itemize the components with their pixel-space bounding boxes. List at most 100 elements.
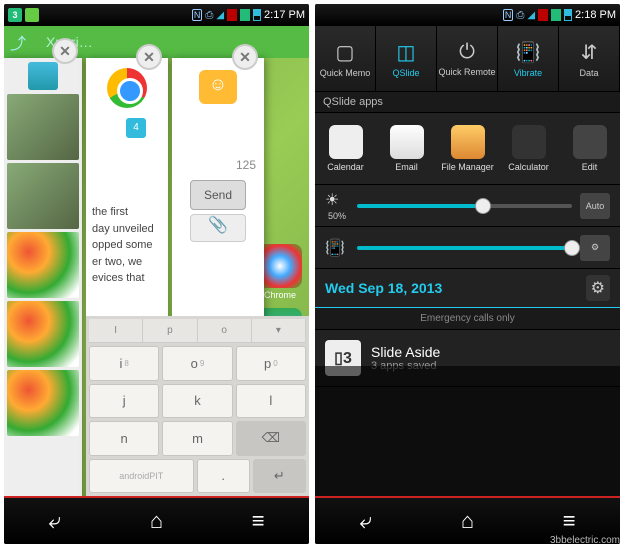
- sim1-icon: [227, 9, 237, 21]
- qslide-label: Calculator: [508, 162, 549, 172]
- home-chrome-icon[interactable]: [258, 244, 302, 288]
- brightness-icon: ☀: [325, 190, 349, 210]
- date-row: Wed Sep 18, 2013 ⚙: [315, 269, 620, 308]
- calculator-icon: [512, 125, 546, 159]
- qslide-email[interactable]: Email: [376, 113, 437, 184]
- folder-icon: [451, 125, 485, 159]
- key[interactable]: j: [89, 384, 159, 419]
- sim2-icon: [551, 9, 561, 21]
- qslide-filemanager[interactable]: File Manager: [437, 113, 498, 184]
- back-button[interactable]: ⤶: [346, 508, 386, 534]
- status-bar: 3 N ⎙ ◢ 2:17 PM: [4, 4, 309, 26]
- chrome-app-icon: [107, 68, 147, 108]
- menu-button[interactable]: ≡: [238, 508, 278, 534]
- share-icon[interactable]: ⤴: [10, 30, 26, 54]
- gallery-app-icon: [28, 62, 58, 90]
- space-key[interactable]: androidPIT: [89, 459, 194, 494]
- period-key[interactable]: .: [197, 459, 250, 494]
- toggle-data[interactable]: ⇵ Data: [559, 26, 620, 91]
- gallery-thumb[interactable]: [7, 232, 79, 298]
- gallery-thumb[interactable]: [7, 163, 79, 229]
- brightness-pct: 50%: [328, 211, 346, 221]
- toggle-quickremote[interactable]: ⏻ Quick Remote: [437, 26, 498, 91]
- suggestion[interactable]: I: [89, 319, 143, 342]
- brightness-auto-button[interactable]: Auto: [580, 193, 610, 219]
- cast-icon: ⎙: [205, 10, 213, 21]
- sound-settings-button[interactable]: ⚙: [580, 235, 610, 261]
- qslide-label: Edit: [582, 162, 598, 172]
- status-bar: N ⎙ ◢ 2:18 PM: [315, 4, 620, 26]
- key[interactable]: p0: [236, 346, 306, 381]
- watermark: 3bbelectric.com: [550, 535, 620, 546]
- key[interactable]: o9: [162, 346, 232, 381]
- nfc-icon: N: [503, 9, 514, 21]
- key[interactable]: l: [236, 384, 306, 419]
- quick-toggles-row: ▢ Quick Memo ◫ QSlide ⏻ Quick Remote 📳 V…: [315, 26, 620, 92]
- nfc-icon: N: [192, 9, 203, 21]
- sim1-icon: [538, 9, 548, 21]
- toggle-label: Quick Remote: [438, 67, 495, 77]
- gallery-thumb[interactable]: [7, 94, 79, 160]
- quickremote-icon: ⏻: [459, 41, 475, 64]
- key[interactable]: n: [89, 421, 159, 456]
- backspace-key[interactable]: ⌫: [236, 421, 306, 456]
- toggle-label: Quick Memo: [320, 68, 371, 78]
- qslide-edit[interactable]: Edit: [559, 113, 620, 184]
- sim2-icon: [240, 9, 250, 21]
- key[interactable]: i8: [89, 346, 159, 381]
- email-icon: [390, 125, 424, 159]
- cast-icon: ⎙: [516, 10, 524, 21]
- settings-button[interactable]: ⚙: [586, 275, 610, 301]
- toggle-qslide[interactable]: ◫ QSlide: [376, 26, 437, 91]
- enter-key[interactable]: ↵: [253, 459, 306, 494]
- qslide-label: File Manager: [441, 162, 494, 172]
- attach-button[interactable]: 📎: [190, 214, 246, 242]
- volume-icon: 📳: [325, 238, 349, 258]
- battery-icon: [253, 9, 261, 21]
- dim-background: [315, 366, 620, 496]
- gallery-thumb[interactable]: [7, 301, 79, 367]
- volume-row: 📳 ⚙: [315, 227, 620, 269]
- data-icon: ⇵: [581, 40, 598, 65]
- close-icon[interactable]: ✕: [136, 44, 162, 70]
- back-button[interactable]: ⤶: [35, 508, 75, 534]
- qslide-icon: ◫: [397, 40, 416, 65]
- slider-thumb[interactable]: [564, 240, 580, 256]
- suggestion-more[interactable]: ▾: [252, 319, 306, 342]
- gallery-thumb[interactable]: [7, 370, 79, 436]
- left-body: ⤴ Xperi… Chrome Gallery Apps: [4, 26, 309, 496]
- edit-icon: [573, 125, 607, 159]
- notification-title: Slide Aside: [371, 344, 440, 360]
- toggle-vibrate[interactable]: 📳 Vibrate: [498, 26, 559, 91]
- qslide-calendar[interactable]: Calendar: [315, 113, 376, 184]
- wifi-icon: ◢: [216, 10, 224, 21]
- qslide-apps-row: Calendar Email File Manager Calculator E…: [315, 113, 620, 185]
- keyboard[interactable]: I p o ▾ i8 o9 p0 j k l n m: [86, 316, 309, 496]
- battery-icon: [564, 9, 572, 21]
- status-notif-icon: [25, 8, 39, 22]
- key[interactable]: k: [162, 384, 232, 419]
- home-button[interactable]: ⌂: [447, 508, 487, 534]
- toggle-label: Data: [579, 68, 598, 78]
- close-icon[interactable]: ✕: [52, 38, 78, 64]
- panel-date: Wed Sep 18, 2013: [325, 280, 578, 296]
- close-icon[interactable]: ✕: [232, 44, 258, 70]
- send-button[interactable]: Send: [190, 180, 246, 210]
- emergency-calls-label: Emergency calls only: [315, 308, 620, 330]
- toggle-quickmemo[interactable]: ▢ Quick Memo: [315, 26, 376, 91]
- chrome-tabs-badge[interactable]: 4: [126, 118, 146, 138]
- slider-thumb[interactable]: [475, 198, 491, 214]
- phone-right-notification-panel: N ⎙ ◢ 2:18 PM ▢ Quick Memo ◫ QSlide: [315, 4, 620, 544]
- slide-card-gallery[interactable]: ✕: [4, 58, 82, 496]
- suggestion[interactable]: o: [198, 319, 252, 342]
- menu-button[interactable]: ≡: [549, 508, 589, 534]
- home-button[interactable]: ⌂: [136, 508, 176, 534]
- volume-slider[interactable]: [357, 246, 572, 250]
- toggle-label: QSlide: [392, 68, 419, 78]
- brightness-slider[interactable]: [357, 204, 572, 208]
- phone-left-slide-aside: 3 N ⎙ ◢ 2:17 PM ⤴ Xperi… Chro: [4, 4, 309, 544]
- suggestion[interactable]: p: [143, 319, 197, 342]
- key[interactable]: m: [162, 421, 232, 456]
- qslide-calculator[interactable]: Calculator: [498, 113, 559, 184]
- messaging-app-icon: [199, 70, 237, 104]
